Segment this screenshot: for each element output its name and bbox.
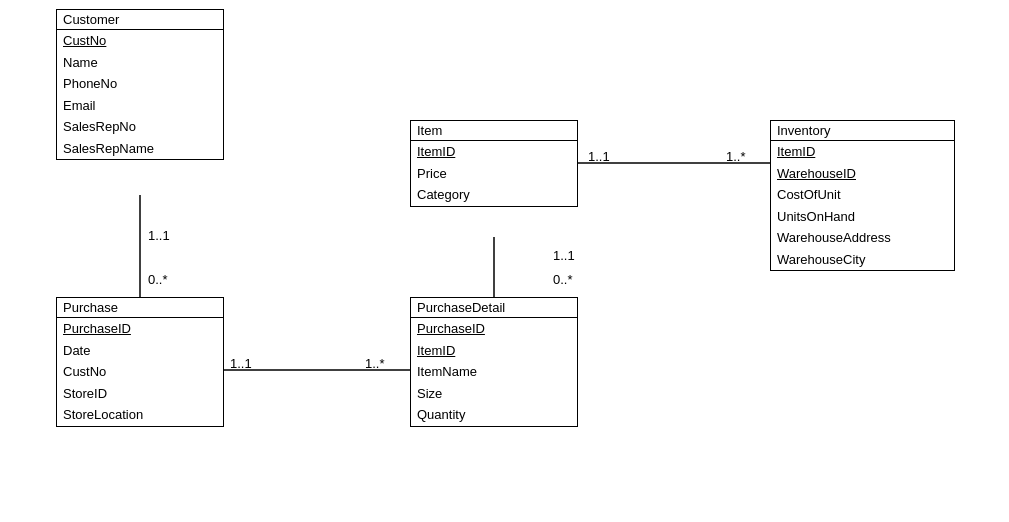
card-purchase-purchasedetail-left: 1..1 [230,356,252,371]
card-item-purchasedetail-bottom: 0..* [553,272,573,287]
entity-customer-row-phoneno: PhoneNo [57,73,223,95]
entity-inventory-body: ItemID WarehouseID CostOfUnit UnitsOnHan… [771,141,954,270]
entity-customer-body: CustNo Name PhoneNo Email SalesRepNo Sal… [57,30,223,159]
entity-purchasedetail: PurchaseDetail PurchaseID ItemID ItemNam… [410,297,578,427]
entity-inventory-row-costofunit: CostOfUnit [771,184,954,206]
card-customer-purchase-top: 1..1 [148,228,170,243]
card-purchase-purchasedetail-right: 1..* [365,356,385,371]
entity-purchasedetail-header: PurchaseDetail [411,298,577,318]
entity-customer-row-name: Name [57,52,223,74]
entity-inventory-row-warehousecity: WarehouseCity [771,249,954,271]
entity-purchasedetail-row-itemname: ItemName [411,361,577,383]
entity-purchasedetail-row-itemid: ItemID [411,340,577,362]
entity-purchase-row-storelocation: StoreLocation [57,404,223,426]
card-item-inventory-right: 1..* [726,149,746,164]
entity-purchase: Purchase PurchaseID Date CustNo StoreID … [56,297,224,427]
entity-customer-row-salesrepno: SalesRepNo [57,116,223,138]
entity-item-body: ItemID Price Category [411,141,577,206]
entity-purchasedetail-row-quantity: Quantity [411,404,577,426]
entity-purchasedetail-row-purchaseid: PurchaseID [411,318,577,340]
card-item-purchasedetail-top: 1..1 [553,248,575,263]
entity-customer: Customer CustNo Name PhoneNo Email Sales… [56,9,224,160]
entity-inventory-row-warehouseaddress: WarehouseAddress [771,227,954,249]
entity-purchase-row-purchaseid: PurchaseID [57,318,223,340]
entity-inventory-row-unitsonhand: UnitsOnHand [771,206,954,228]
entity-item: Item ItemID Price Category [410,120,578,207]
entity-purchase-body: PurchaseID Date CustNo StoreID StoreLoca… [57,318,223,426]
erd-diagram: 1..1 0..* 1..1 1..* 1..1 0..* 1..1 1..* … [0,0,1009,522]
entity-purchase-header: Purchase [57,298,223,318]
entity-inventory-row-itemid: ItemID [771,141,954,163]
entity-customer-row-email: Email [57,95,223,117]
entity-item-header: Item [411,121,577,141]
entity-purchasedetail-row-size: Size [411,383,577,405]
entity-inventory: Inventory ItemID WarehouseID CostOfUnit … [770,120,955,271]
entity-purchase-row-date: Date [57,340,223,362]
entity-inventory-row-warehouseid: WarehouseID [771,163,954,185]
entity-purchase-row-custno: CustNo [57,361,223,383]
entity-customer-header: Customer [57,10,223,30]
entity-item-row-price: Price [411,163,577,185]
entity-item-row-itemid: ItemID [411,141,577,163]
card-customer-purchase-bottom: 0..* [148,272,168,287]
entity-inventory-header: Inventory [771,121,954,141]
entity-purchasedetail-body: PurchaseID ItemID ItemName Size Quantity [411,318,577,426]
entity-customer-row-salesrepname: SalesRepName [57,138,223,160]
entity-customer-row-custno: CustNo [57,30,223,52]
card-item-inventory-left: 1..1 [588,149,610,164]
entity-item-row-category: Category [411,184,577,206]
entity-purchase-row-storeid: StoreID [57,383,223,405]
